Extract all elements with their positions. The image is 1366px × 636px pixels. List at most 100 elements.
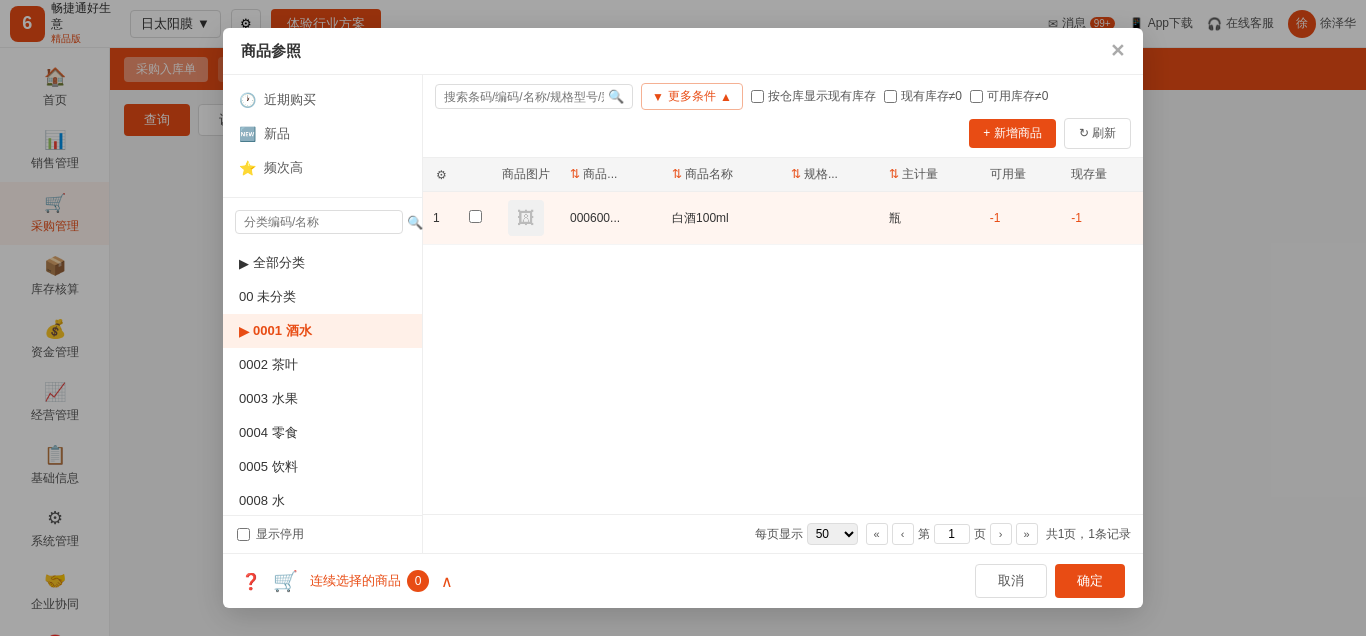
category-00[interactable]: 00 未分类 [223,280,422,314]
sort-icon-name: ⇅ [672,167,682,181]
recent-label: 近期购买 [264,91,316,109]
recent-icon: 🕐 [239,92,256,108]
category-0004-label: 0004 零食 [239,424,298,442]
confirm-button[interactable]: 确定 [1055,564,1125,598]
category-0008-label: 0008 水 [239,492,285,510]
left-nav-frequent[interactable]: ⭐ 频次高 [223,151,422,185]
refresh-product-button[interactable]: ↻ 刷新 [1064,118,1131,149]
frequent-icon: ⭐ [239,160,256,176]
category-all[interactable]: ▶ 全部分类 [223,246,422,280]
td-available: -1 [980,192,1062,245]
pagination-bar: 每页显示 20 50 100 « ‹ 第 页 › [423,514,1143,553]
modal-title: 商品参照 [241,42,301,61]
stock-ne0-checkbox[interactable] [884,90,897,103]
last-page-btn[interactable]: » [1016,523,1038,545]
checkbox-available-ne0: 可用库存≠0 [970,88,1048,105]
th-check [459,158,492,192]
left-nav-new[interactable]: 🆕 新品 [223,117,422,151]
continuous-select-label: 连续选择的商品 [310,572,401,590]
checkbox-warehouse: 按仓库显示现有库存 [751,88,876,105]
category-0002[interactable]: 0002 茶叶 [223,348,422,382]
footer-actions: 取消 确定 [975,564,1125,598]
modal-dialog: 商品参照 ✕ 🕐 近期购买 🆕 新品 ⭐ 频次高 [223,28,1143,608]
modal-footer: ❓ 🛒 连续选择的商品 0 ∧ 取消 确定 [223,553,1143,608]
product-search-input[interactable] [444,90,604,104]
page-label: 第 [918,526,930,543]
available-ne0-label[interactable]: 可用库存≠0 [987,88,1048,105]
th-stock: 现存量 [1061,158,1143,192]
available-ne0-checkbox[interactable] [970,90,983,103]
sort-icon-spec: ⇅ [791,167,801,181]
category-0005[interactable]: 0005 饮料 [223,450,422,484]
cancel-button[interactable]: 取消 [975,564,1047,598]
frequent-label: 频次高 [264,159,303,177]
show-disabled-label[interactable]: 显示停用 [256,526,304,543]
left-panel: 🕐 近期购买 🆕 新品 ⭐ 频次高 🔍 [223,75,423,553]
per-page-select: 每页显示 20 50 100 [755,523,858,545]
product-table-element: ⚙ 商品图片 ⇅ 商品... ⇅ 商品名称 ⇅ 规格.. [423,158,1143,245]
filter-label: 更多条件 [668,88,716,105]
page-suffix: 页 [974,526,986,543]
left-nav: 🕐 近期购买 🆕 新品 ⭐ 频次高 [223,75,422,193]
category-0005-label: 0005 饮料 [239,458,298,476]
prev-page-btn[interactable]: ‹ [892,523,914,545]
warehouse-checkbox[interactable] [751,90,764,103]
th-settings[interactable]: ⚙ [423,158,459,192]
show-disabled-checkbox[interactable] [237,528,250,541]
td-check[interactable] [459,192,492,245]
category-search: 🔍 [223,202,435,242]
modal-overlay: 商品参照 ✕ 🕐 近期购买 🆕 新品 ⭐ 频次高 [0,0,1366,636]
left-panel-divider [223,197,422,198]
category-0001-arrow: ▶ [239,324,249,339]
category-00-label: 00 未分类 [239,288,296,306]
category-0008[interactable]: 0008 水 [223,484,422,515]
category-search-input[interactable] [235,210,403,234]
th-image: 商品图片 [492,158,560,192]
next-page-btn[interactable]: › [990,523,1012,545]
left-footer: 显示停用 [223,515,422,553]
filter-icon: ▼ [652,90,664,104]
category-all-label: 全部分类 [253,254,305,272]
continuous-select-count: 0 [407,570,429,592]
category-0001[interactable]: ▶ 0001 酒水 [223,314,422,348]
stock-ne0-label[interactable]: 现有库存≠0 [901,88,962,105]
left-nav-recent[interactable]: 🕐 近期购买 [223,83,422,117]
th-name[interactable]: ⇅ 商品名称 [662,158,781,192]
td-name: 白酒100ml [662,192,781,245]
td-spec [781,192,879,245]
category-0001-label: 0001 酒水 [253,322,312,340]
row-checkbox[interactable] [469,210,482,223]
new-icon: 🆕 [239,126,256,142]
th-spec[interactable]: ⇅ 规格... [781,158,879,192]
product-search-box: 🔍 [435,84,633,109]
new-label: 新品 [264,125,290,143]
warehouse-label[interactable]: 按仓库显示现有库存 [768,88,876,105]
filter-collapse-icon: ▲ [720,90,732,104]
per-page-label: 每页显示 [755,526,803,543]
td-unit: 瓶 [879,192,980,245]
product-search-icon[interactable]: 🔍 [608,89,624,104]
td-stock: -1 [1061,192,1143,245]
modal-close-button[interactable]: ✕ [1110,40,1125,62]
category-search-icon[interactable]: 🔍 [407,215,423,230]
footer-collapse-btn[interactable]: ∧ [441,572,453,591]
cart-icon[interactable]: 🛒 [273,569,298,593]
first-page-btn[interactable]: « [866,523,888,545]
page-input[interactable] [934,524,970,544]
th-unit[interactable]: ⇅ 主计量 [879,158,980,192]
checkbox-stock-ne0: 现有库存≠0 [884,88,962,105]
table-header-row: ⚙ 商品图片 ⇅ 商品... ⇅ 商品名称 ⇅ 规格.. [423,158,1143,192]
modal-body: 🕐 近期购买 🆕 新品 ⭐ 频次高 🔍 [223,75,1143,553]
modal-header: 商品参照 ✕ [223,28,1143,75]
help-icon[interactable]: ❓ [241,572,261,591]
table-row[interactable]: 1 🖼 000600... 白酒100ml 瓶 [423,192,1143,245]
category-0003[interactable]: 0003 水果 [223,382,422,416]
td-index: 1 [423,192,459,245]
th-code[interactable]: ⇅ 商品... [560,158,662,192]
filter-button[interactable]: ▼ 更多条件 ▲ [641,83,743,110]
category-all-arrow: ▶ [239,256,249,271]
add-product-button[interactable]: + 新增商品 [969,119,1055,148]
th-available: 可用量 [980,158,1062,192]
per-page-dropdown[interactable]: 20 50 100 [807,523,858,545]
category-0004[interactable]: 0004 零食 [223,416,422,450]
